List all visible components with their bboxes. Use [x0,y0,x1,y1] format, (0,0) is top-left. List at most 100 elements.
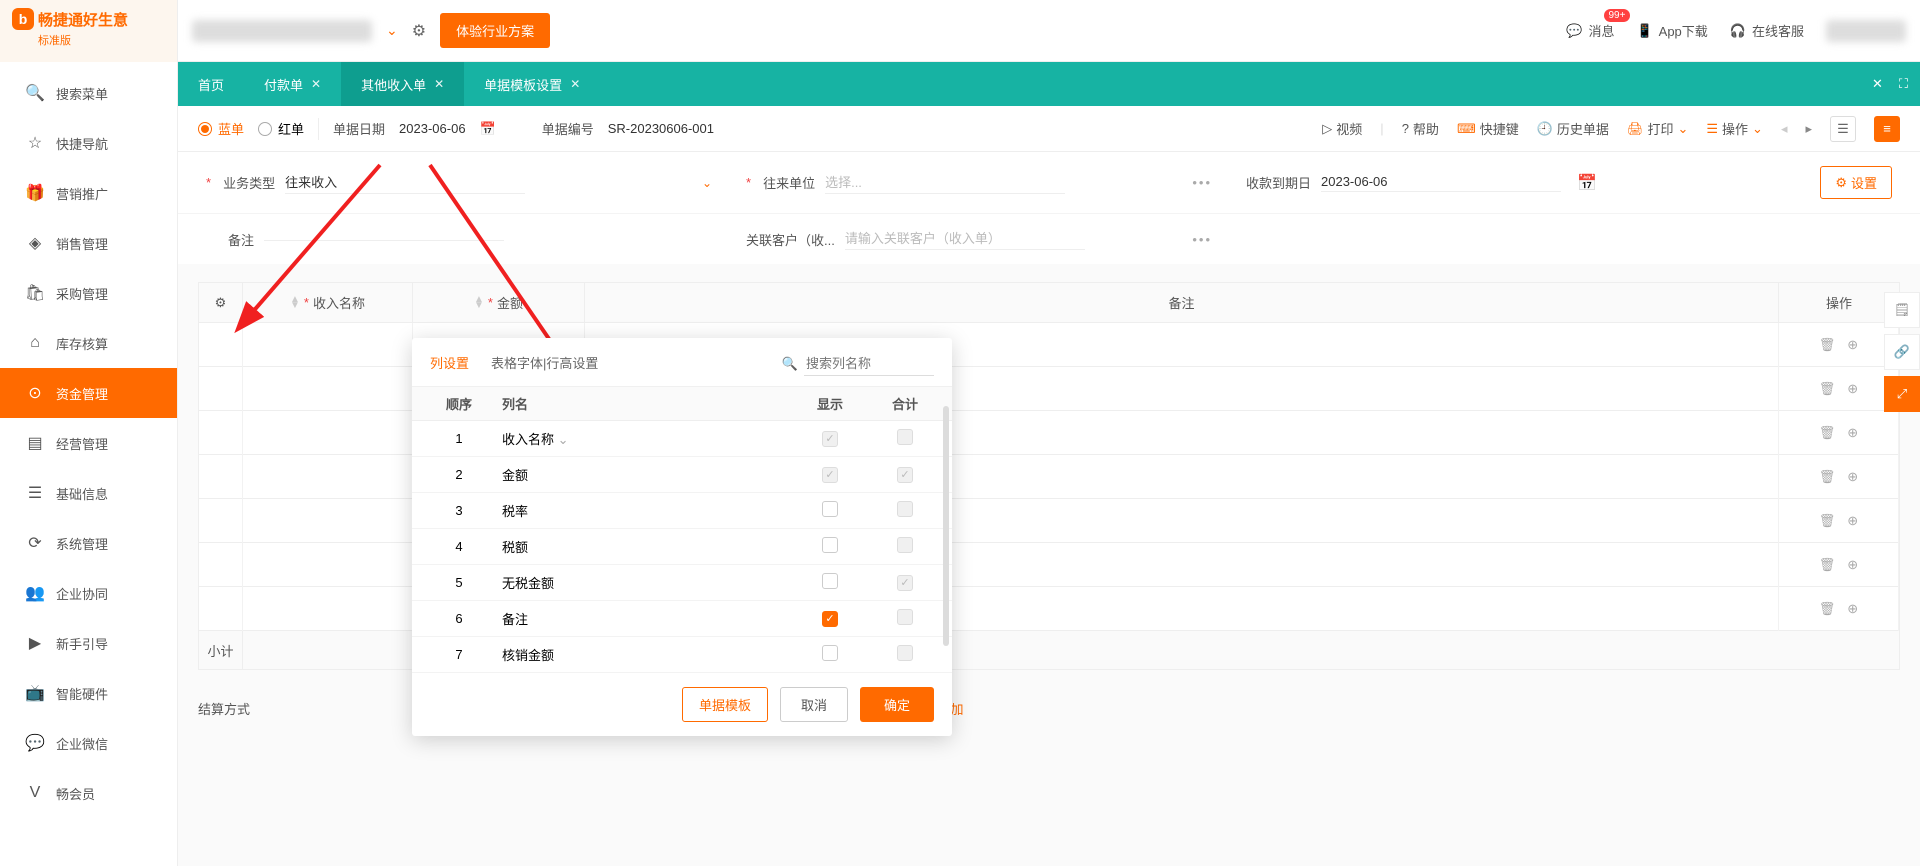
col-income-name[interactable]: ▲▼*收入名称 [243,283,413,323]
contact-unit-field[interactable]: *往来单位 选择... ••• [746,172,1226,194]
biz-type-value: 往来收入 [285,172,525,194]
cancel-button[interactable]: 取消 [780,687,848,722]
tab-1[interactable]: 付款单✕ [244,62,341,106]
action-link[interactable]: ☰ 操作 ⌄ [1706,119,1763,138]
calendar-icon[interactable]: 📅 [1577,173,1597,193]
nav-item-4[interactable]: 🛍采购管理 [0,268,177,318]
nav-item-12[interactable]: 📺智能硬件 [0,668,177,718]
nav-item-7[interactable]: ▤经营管理 [0,418,177,468]
popup-row: 4税额 [412,529,952,565]
nav-item-3[interactable]: ◈销售管理 [0,218,177,268]
nav-item-11[interactable]: ▶新手引导 [0,618,177,668]
popup-row: 7核销金额 [412,637,952,673]
tab-close-icon[interactable]: ✕ [570,77,580,91]
nav-item-13[interactable]: 💬企业微信 [0,718,177,768]
caret-down-icon[interactable]: ⌄ [702,176,712,190]
calendar-icon[interactable]: 📅 [480,121,496,137]
confirm-button[interactable]: 确定 [860,687,934,722]
topbar-right: 💬 消息 📱 App下载 🎧 在线客服 [1566,20,1906,42]
col-remark: 备注 [585,283,1779,323]
due-date-label: 收款到期日 [1246,173,1311,192]
popup-scrollbar[interactable] [943,406,949,646]
tab-2[interactable]: 其他收入单✕ [341,62,464,106]
row-copy-icon[interactable]: ⊕ [1847,601,1858,617]
popup-search-input[interactable] [804,352,934,376]
radio-red[interactable]: 红单 [258,119,304,138]
caret-down-icon[interactable]: ⌄ [558,432,569,447]
nav-item-10[interactable]: 👥企业协同 [0,568,177,618]
tab-close-icon[interactable]: ✕ [434,77,444,91]
popup-row: 3税率 [412,493,952,529]
row-copy-icon[interactable]: ⊕ [1847,425,1858,441]
customer-service-link[interactable]: 🎧 在线客服 [1730,21,1804,40]
template-button[interactable]: 单据模板 [682,687,768,722]
nav-icon: 👥 [26,584,44,602]
nav-item-0[interactable]: 🔍搜索菜单 [0,68,177,118]
row-copy-icon[interactable]: ⊕ [1847,337,1858,353]
nav-prev-icon[interactable]: ◂ [1781,121,1788,137]
messages-link[interactable]: 💬 消息 [1566,21,1614,40]
col-amount[interactable]: ▲▼*金额 [413,283,585,323]
tab-3[interactable]: 单据模板设置✕ [464,62,600,106]
settings-button[interactable]: ⚙ 设置 [1820,166,1892,199]
checkbox[interactable] [822,537,838,553]
float-link-icon[interactable]: 🔗 [1884,334,1920,370]
nav-item-5[interactable]: ⌂库存核算 [0,318,177,368]
view-detail-icon[interactable]: ≡ [1874,116,1900,142]
row-delete-icon[interactable]: 🗑 [1819,601,1836,617]
row-delete-icon[interactable]: 🗑 [1819,381,1836,397]
org-switch-caret-icon[interactable]: ⌄ [386,22,398,39]
due-date-field[interactable]: 收款到期日 2023-06-06 📅 [1246,173,1646,193]
trial-plan-button[interactable]: 体验行业方案 [440,13,550,48]
form-row-1: *业务类型 往来收入 ⌄ *往来单位 选择... ••• 收款到期日 2023-… [178,152,1920,214]
nav-next-icon[interactable]: ▸ [1805,121,1812,137]
nav-item-8[interactable]: ☰基础信息 [0,468,177,518]
nav-label: 系统管理 [56,534,108,553]
help-link[interactable]: ? 帮助 [1402,119,1439,138]
float-expand-icon[interactable]: ⤢ [1884,376,1920,412]
history-link[interactable]: 🕘 历史单据 [1537,119,1609,138]
nav-item-1[interactable]: ☆快捷导航 [0,118,177,168]
top-settings-icon[interactable]: ⚙ [412,21,426,41]
ellipsis-icon[interactable]: ••• [1192,175,1212,190]
nav-label: 库存核算 [56,334,108,353]
row-copy-icon[interactable]: ⊕ [1847,557,1858,573]
print-link[interactable]: 🖨 打印 ⌄ [1627,119,1688,138]
nav-item-9[interactable]: ⟳系统管理 [0,518,177,568]
nav-item-2[interactable]: 🎁营销推广 [0,168,177,218]
row-copy-icon[interactable]: ⊕ [1847,513,1858,529]
app-download-link[interactable]: 📱 App下载 [1636,21,1707,40]
doc-date-value[interactable]: 2023-06-06 [399,121,466,136]
remark-field[interactable]: 备注 [206,230,726,249]
checkbox[interactable] [822,573,838,589]
checkbox[interactable] [822,611,838,627]
radio-blue[interactable]: 蓝单 [198,119,244,138]
float-note-icon[interactable]: 🗒 [1884,292,1920,328]
ellipsis-icon[interactable]: ••• [1192,232,1212,247]
row-copy-icon[interactable]: ⊕ [1847,469,1858,485]
nav-item-6[interactable]: ⊙资金管理 [0,368,177,418]
checkbox-disabled [897,429,913,445]
checkbox[interactable] [822,501,838,517]
view-list-icon[interactable]: ☰ [1830,116,1856,142]
customer-field[interactable]: 关联客户（收... 请输入关联客户（收入单） ••• [746,228,1226,250]
row-delete-icon[interactable]: 🗑 [1819,469,1836,485]
nav-label: 畅会员 [56,784,95,803]
shortcut-link[interactable]: ⌨ 快捷键 [1457,119,1519,138]
row-delete-icon[interactable]: 🗑 [1819,337,1836,353]
grid-config-button[interactable]: ⚙ [199,283,243,323]
video-link[interactable]: ▷ 视频 [1322,119,1362,138]
row-delete-icon[interactable]: 🗑 [1819,557,1836,573]
tab-fullscreen-icon[interactable]: ⛶ [1899,76,1908,92]
checkbox[interactable] [822,645,838,661]
biz-type-field[interactable]: *业务类型 往来收入 ⌄ [206,172,726,194]
popup-tab-columns[interactable]: 列设置 [430,353,469,376]
row-delete-icon[interactable]: 🗑 [1819,513,1836,529]
tab-close-all-icon[interactable]: ✕ [1872,76,1883,92]
row-delete-icon[interactable]: 🗑 [1819,425,1836,441]
tab-0[interactable]: 首页 [178,62,244,106]
row-copy-icon[interactable]: ⊕ [1847,381,1858,397]
nav-item-14[interactable]: V畅会员 [0,768,177,818]
tab-close-icon[interactable]: ✕ [311,77,321,91]
popup-tab-font[interactable]: 表格字体|行高设置 [491,353,598,376]
